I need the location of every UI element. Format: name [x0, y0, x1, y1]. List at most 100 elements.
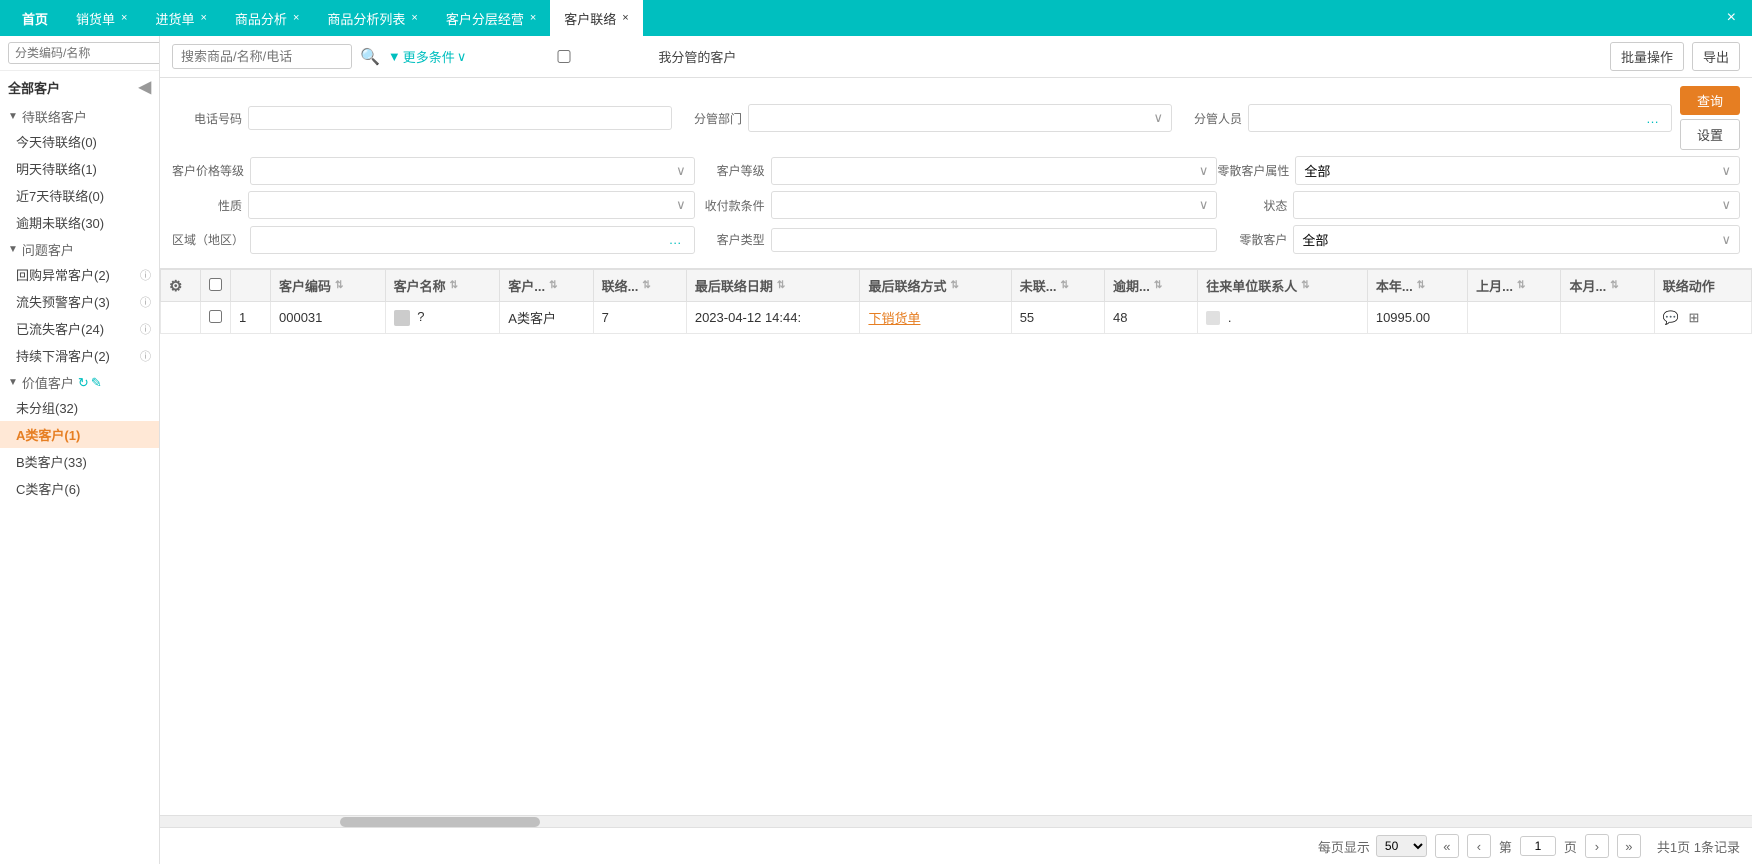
page-number-input[interactable] — [1520, 836, 1556, 856]
filter-cell-region: 区域（地区） … — [172, 226, 695, 254]
retail-attr-label: 零散客户属性 — [1217, 162, 1289, 179]
search-input[interactable] — [172, 44, 352, 69]
nav-customer-contact[interactable]: 客户联络 × — [550, 0, 642, 36]
window-close[interactable]: × — [1719, 9, 1744, 27]
overdue-sort-icon[interactable]: ⇅ — [1154, 280, 1162, 291]
horizontal-scrollbar[interactable] — [160, 815, 1752, 827]
customer-level-select[interactable]: ∨ — [771, 157, 1218, 185]
row-gear — [161, 302, 201, 334]
action-message-icon[interactable]: 💬 — [1663, 310, 1679, 325]
last-date-sort-icon[interactable]: ⇅ — [777, 280, 785, 291]
sidebar-item-tomorrow-pending[interactable]: 明天待联络(1) — [0, 155, 159, 182]
filter-form: 电话号码 分管部门 ∨ 分管人员 … — [160, 78, 1752, 269]
info-icon-1: ⓘ — [140, 267, 151, 283]
nav-purchase[interactable]: 进货单 × — [141, 0, 220, 36]
query-buttons: 查询 设置 — [1680, 86, 1740, 150]
sidebar-item-7day-pending[interactable]: 近7天待联络(0) — [0, 182, 159, 209]
retail-customer-select[interactable]: 全部 ∨ — [1293, 225, 1740, 254]
nav-sales[interactable]: 销货单 × — [62, 0, 141, 36]
person-ellipsis-icon[interactable]: … — [1642, 111, 1663, 126]
setting-button[interactable]: 设置 — [1680, 119, 1740, 150]
person-sort-icon[interactable]: ⇅ — [1301, 280, 1309, 291]
region-ellipsis-icon[interactable]: … — [665, 232, 686, 247]
value-refresh-icon[interactable]: ↻ — [78, 375, 89, 391]
nature-select[interactable]: ∨ — [248, 191, 695, 219]
last-page-button[interactable]: » — [1617, 834, 1641, 858]
nav-customer-layer[interactable]: 客户分层经营 × — [432, 0, 550, 36]
sidebar-item-class-b[interactable]: B类客户(33) — [0, 448, 159, 475]
col-contact-header: 联络... ⇅ — [593, 270, 686, 302]
retail-attr-select[interactable]: 全部 ∨ — [1295, 156, 1740, 185]
search-button[interactable]: 🔍 — [360, 47, 380, 67]
phone-input[interactable] — [248, 106, 672, 130]
col-code-header: 客户编码 ⇅ — [271, 270, 386, 302]
dept-select[interactable]: ∨ — [748, 104, 1172, 132]
col-this-year-header: 本年... ⇅ — [1367, 270, 1467, 302]
nav-goods-analysis[interactable]: 商品分析 × — [221, 0, 313, 36]
sidebar-item-abnormal-repurchase[interactable]: 回购异常客户(2) ⓘ — [0, 261, 159, 288]
last-month-sort-icon[interactable]: ⇅ — [1517, 280, 1525, 291]
page-size-select[interactable]: 50100200 — [1376, 835, 1427, 857]
close-purchase-tab[interactable]: × — [200, 12, 206, 24]
retail-attr-arrow-icon: ∨ — [1722, 163, 1732, 179]
status-select[interactable]: ∨ — [1293, 191, 1740, 219]
action-qr-icon[interactable]: ⊞ — [1689, 310, 1700, 325]
sidebar-item-churn-warning[interactable]: 流失预警客户(3) ⓘ — [0, 288, 159, 315]
no-contact-sort-icon[interactable]: ⇅ — [1061, 280, 1069, 291]
query-button[interactable]: 查询 — [1680, 86, 1740, 115]
first-page-button[interactable]: « — [1435, 834, 1459, 858]
this-year-sort-icon[interactable]: ⇅ — [1417, 280, 1425, 291]
close-sales-tab[interactable]: × — [121, 12, 127, 24]
value-edit-icon[interactable]: ✎ — [91, 375, 102, 391]
name-sort-icon[interactable]: ⇅ — [450, 280, 458, 291]
sidebar-group-pending[interactable]: ▼ 待联络客户 — [0, 103, 159, 128]
batch-operation-button[interactable]: 批量操作 — [1610, 42, 1684, 71]
sidebar-item-declining[interactable]: 持续下滑客户(2) ⓘ — [0, 342, 159, 369]
type-sort-icon[interactable]: ⇅ — [549, 280, 557, 291]
sidebar-item-today-pending[interactable]: 今天待联络(0) — [0, 128, 159, 155]
code-sort-icon[interactable]: ⇅ — [335, 280, 343, 291]
row-type: A类客户 — [500, 302, 593, 334]
last-method-sort-icon[interactable]: ⇅ — [950, 280, 958, 291]
more-filter-button[interactable]: ▼ 更多条件 ∨ — [388, 47, 466, 66]
sidebar-item-overdue-pending[interactable]: 逾期未联络(30) — [0, 209, 159, 236]
sidebar-item-ungrouped[interactable]: 未分组(32) — [0, 394, 159, 421]
sidebar-all-customers[interactable]: 全部客户 ◀ — [0, 71, 159, 103]
sidebar-group-value[interactable]: ▼ 价值客户 ↻ ✎ — [0, 369, 159, 394]
next-page-button[interactable]: › — [1585, 834, 1609, 858]
sidebar-item-churned[interactable]: 已流失客户(24) ⓘ — [0, 315, 159, 342]
price-level-arrow-icon: ∨ — [676, 163, 686, 179]
sidebar-collapse-icon[interactable]: ◀ — [139, 77, 151, 97]
table-settings-icon[interactable]: ⚙ — [169, 278, 182, 295]
select-all-checkbox[interactable] — [209, 278, 222, 291]
prev-page-button[interactable]: ‹ — [1467, 834, 1491, 858]
export-button[interactable]: 导出 — [1692, 42, 1740, 71]
sidebar-item-class-c[interactable]: C类客户(6) — [0, 475, 159, 502]
sidebar-item-class-a[interactable]: A类客户(1) — [0, 421, 159, 448]
col-no-contact-header: 未联... ⇅ — [1011, 270, 1104, 302]
my-customers-filter[interactable]: 我分管的客户 — [474, 47, 736, 66]
col-this-month-header: 本月... ⇅ — [1561, 270, 1654, 302]
this-month-sort-icon[interactable]: ⇅ — [1610, 280, 1618, 291]
region-input[interactable]: … — [250, 226, 695, 254]
contact-sort-icon[interactable]: ⇅ — [642, 280, 650, 291]
person-select[interactable]: … — [1248, 104, 1672, 132]
row-select-checkbox[interactable] — [209, 310, 222, 323]
scroll-thumb[interactable] — [340, 817, 540, 827]
price-level-select[interactable]: ∨ — [250, 157, 695, 185]
nav-goods-analysis-list[interactable]: 商品分析列表 × — [313, 0, 431, 36]
close-goods-analysis-tab[interactable]: × — [293, 12, 299, 24]
nav-home[interactable]: 首页 — [8, 0, 62, 36]
customer-type-input[interactable] — [771, 228, 1218, 252]
close-goods-list-tab[interactable]: × — [411, 12, 417, 24]
phone-label: 电话号码 — [172, 110, 242, 127]
my-customers-checkbox[interactable] — [474, 50, 654, 63]
row-overdue: 48 — [1104, 302, 1197, 334]
close-customer-layer-tab[interactable]: × — [530, 12, 536, 24]
bottom-bar: 每页显示 50100200 « ‹ 第 页 › » 共1页 1条记录 — [160, 827, 1752, 864]
payment-select[interactable]: ∨ — [771, 191, 1218, 219]
row-last-method[interactable]: 下销货单 — [860, 302, 1011, 334]
sidebar-search-input[interactable] — [8, 42, 160, 64]
sidebar-group-problem[interactable]: ▼ 问题客户 — [0, 236, 159, 261]
close-customer-contact-tab[interactable]: × — [622, 12, 628, 24]
